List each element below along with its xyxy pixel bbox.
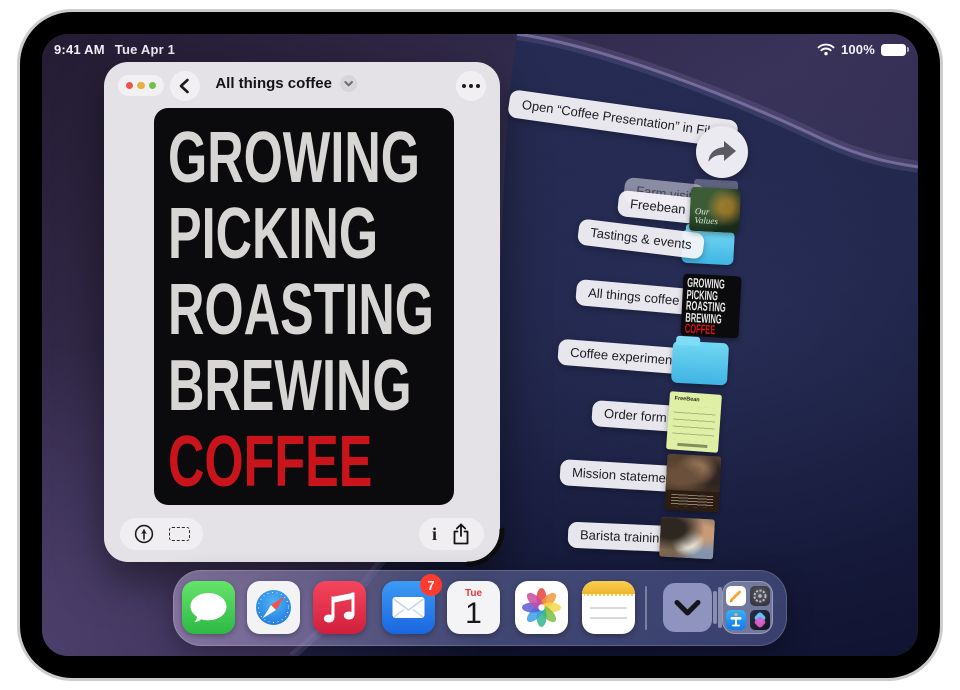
close-window-dot[interactable] (126, 82, 134, 90)
status-date: Tue Apr 1 (115, 42, 175, 57)
receipt-footer (678, 443, 707, 448)
status-bar: 9:41 AM Tue Apr 1 100% (42, 40, 918, 60)
poster-line: PICKING (168, 196, 368, 272)
chevron-down-icon (663, 583, 712, 632)
poster-line: BREWING (168, 348, 368, 424)
shortcuts-mini-icon (750, 610, 770, 630)
calendar-day: 1 (447, 597, 500, 631)
battery-percent: 100% (841, 42, 875, 57)
window-resize-handle[interactable] (456, 518, 508, 570)
coffee-poster-thumbnail[interactable]: GROWING PICKING ROASTING BREWING COFFEE (680, 274, 741, 339)
window-controls[interactable] (118, 75, 164, 96)
app-calendar[interactable]: Tue 1 (447, 581, 500, 634)
notes-yellow-band (582, 581, 635, 596)
settings-mini-icon (750, 586, 770, 606)
app-messages[interactable] (182, 581, 235, 634)
poster-line: GROWING (168, 120, 368, 196)
page: 9:41 AM Tue Apr 1 100% (0, 0, 960, 690)
barista-training-thumbnail[interactable] (659, 517, 715, 560)
file-label: Freebean (629, 196, 686, 217)
our-values-thumbnail[interactable]: Our Values (689, 187, 741, 234)
forward-arrow-icon (705, 137, 739, 167)
ipad-screen: 9:41 AM Tue Apr 1 100% (42, 34, 918, 656)
status-time: 9:41 AM (54, 42, 105, 57)
mail-badge: 7 (420, 574, 442, 596)
markup-icon[interactable] (133, 523, 155, 545)
file-label: Mission statement (572, 465, 677, 486)
crop-select-icon[interactable] (169, 527, 190, 541)
app-mail[interactable]: 7 (382, 581, 435, 634)
info-icon[interactable]: i (432, 525, 437, 543)
app-music[interactable] (313, 581, 366, 634)
order-form-thumbnail[interactable]: FreeBean (666, 391, 722, 452)
coffee-poster-preview: GROWING PICKING ROASTING BREWING COFFEE (154, 108, 454, 505)
file-label: All things coffee (588, 285, 681, 308)
app-notes[interactable] (582, 581, 635, 634)
hide-apps-button[interactable] (663, 583, 712, 632)
pages-mini-icon (726, 586, 746, 606)
title-menu-button[interactable] (340, 75, 357, 92)
more-button[interactable] (456, 71, 486, 101)
stack-layer (713, 591, 717, 624)
app-safari[interactable] (247, 581, 300, 634)
window-title-group[interactable]: All things coffee (215, 75, 357, 92)
back-button[interactable] (170, 71, 200, 101)
photos-icon (515, 581, 568, 634)
left-toolbar (120, 518, 203, 550)
notes-line (590, 617, 627, 619)
keynote-mini-icon (726, 610, 746, 630)
app-group-stack[interactable] (722, 581, 773, 634)
folder-thumbnail-experiments[interactable] (671, 341, 729, 386)
mission-photo (666, 454, 722, 493)
file-label: Barista training (580, 527, 667, 546)
mission-statement-thumbnail[interactable] (665, 454, 722, 513)
file-label: Coffee experiments (570, 345, 683, 369)
music-icon (313, 581, 366, 634)
forward-share-button[interactable] (696, 126, 748, 178)
ellipsis-icon (462, 84, 480, 88)
minimize-window-dot[interactable] (137, 82, 145, 90)
dock: 7 Tue 1 (173, 570, 787, 646)
our-values-text: Our Values (694, 207, 725, 227)
zoom-window-dot[interactable] (149, 82, 157, 90)
notes-line (590, 607, 627, 609)
file-label: Order form (604, 406, 668, 425)
poster-line-accent: COFFEE (168, 424, 368, 500)
receipt-lines (672, 406, 716, 443)
chevron-left-icon (170, 71, 200, 101)
safari-icon (247, 581, 300, 634)
wifi-icon (817, 43, 835, 56)
mini-poster-line: COFFEE (684, 323, 716, 336)
battery-icon (881, 44, 906, 56)
window-title: All things coffee (215, 75, 332, 92)
mission-caption-lines (671, 494, 714, 508)
quicklook-window: All things coffee GROWING PICKING ROASTI… (104, 62, 500, 562)
ipad-device-frame: 9:41 AM Tue Apr 1 100% (20, 12, 940, 678)
poster-line: ROASTING (168, 272, 368, 348)
receipt-title: FreeBean (674, 396, 716, 405)
app-photos[interactable] (515, 581, 568, 634)
dock-divider (645, 586, 647, 630)
chevron-down-icon (340, 75, 357, 92)
messages-icon (182, 581, 235, 634)
